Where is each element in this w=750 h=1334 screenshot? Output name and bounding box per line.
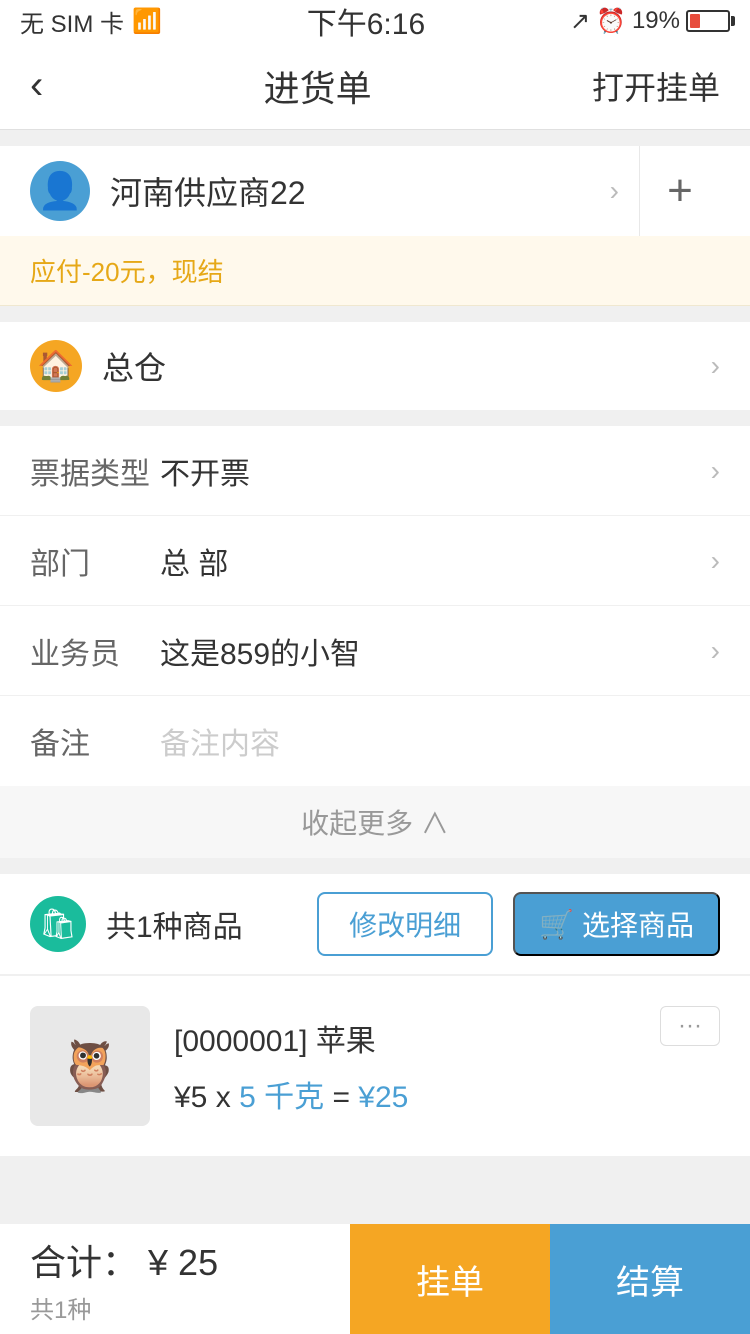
product-count-label: 共1种商品: [106, 902, 297, 946]
settle-button[interactable]: 结算: [550, 1224, 750, 1334]
warehouse-icon-wrap: 🏠: [30, 340, 82, 392]
salesperson-row[interactable]: 业务员 这是859的小智 ›: [0, 606, 750, 696]
product-thumbnail: 🦉: [30, 1006, 150, 1126]
salesperson-value: 这是859的小智: [160, 629, 711, 673]
footer: 合计： ¥ 25 共1种 挂单 结算: [0, 1224, 750, 1334]
back-button[interactable]: ‹: [30, 63, 43, 108]
department-label: 部门: [30, 539, 160, 583]
collapse-label: 收起更多 ∧: [301, 802, 449, 842]
status-carrier: 无 SIM 卡 📶: [20, 4, 162, 39]
product-price: ¥5 x 5 千克 = ¥25: [174, 1072, 636, 1116]
department-row[interactable]: 部门 总 部 ›: [0, 516, 750, 606]
supplier-chevron-icon: ›: [610, 175, 619, 207]
location-icon: ↗: [570, 7, 590, 36]
product-info: [0000001] 苹果 ¥5 x 5 千克 = ¥25: [174, 1016, 636, 1116]
warehouse-icon: 🏠: [37, 349, 74, 384]
invoice-type-row[interactable]: 票据类型 不开票 ›: [0, 426, 750, 516]
product-equals: =: [332, 1081, 358, 1114]
cart-icon: 🛒: [539, 908, 574, 941]
carrier-text: 无 SIM 卡: [20, 4, 124, 39]
product-multiply: x: [216, 1081, 239, 1114]
product-header: 🛍 共1种商品 修改明细 🛒 选择商品: [0, 874, 750, 974]
battery-fill: [690, 14, 700, 28]
total-value: ¥ 25: [148, 1242, 218, 1283]
person-icon: 👤: [38, 170, 83, 212]
product-icon-wrap: 🛍: [30, 896, 86, 952]
invoice-type-label: 票据类型: [30, 449, 160, 493]
avatar: 👤: [30, 161, 90, 221]
product-unit-price: ¥5: [174, 1081, 207, 1114]
total-label: 合计：: [30, 1242, 138, 1283]
status-right: ↗ ⏰ 19%: [570, 7, 730, 36]
section-gap-3: [0, 410, 750, 426]
warehouse-label: 总仓: [102, 343, 711, 389]
department-value: 总 部: [160, 539, 711, 583]
supplier-main[interactable]: 👤 河南供应商22 ›: [30, 146, 640, 236]
warehouse-chevron-icon: ›: [711, 350, 720, 382]
supplier-section: 👤 河南供应商22 › +: [0, 146, 750, 236]
remark-placeholder: 备注内容: [160, 719, 720, 763]
salesperson-label: 业务员: [30, 629, 160, 673]
product-icon: 🛍: [39, 907, 77, 942]
product-quantity: 5: [239, 1081, 256, 1114]
hang-order-button[interactable]: 挂单: [350, 1224, 550, 1334]
page-title: 进货单: [264, 60, 372, 112]
product-total: ¥25: [358, 1081, 408, 1114]
nav-bar: ‹ 进货单 打开挂单: [0, 42, 750, 130]
select-product-label: 选择商品: [582, 904, 694, 944]
supplier-notice: 应付-20元，现结: [0, 236, 750, 306]
open-pending-button[interactable]: 打开挂单: [592, 63, 720, 109]
section-gap-1: [0, 130, 750, 146]
product-name: [0000001] 苹果: [174, 1016, 636, 1060]
footer-total-area: 合计： ¥ 25 共1种: [0, 1234, 350, 1325]
remark-label: 备注: [30, 719, 160, 763]
section-gap-4: [0, 858, 750, 874]
alarm-icon: ⏰: [596, 7, 626, 36]
product-unit: 千克: [264, 1081, 324, 1114]
product-thumb-icon: 🦉: [59, 1037, 121, 1096]
salesperson-chevron-icon: ›: [711, 635, 720, 667]
status-bar: 无 SIM 卡 📶 下午6:16 ↗ ⏰ 19%: [0, 0, 750, 42]
form-section: 票据类型 不开票 › 部门 总 部 › 业务员 这是859的小智 › 备注 备注…: [0, 426, 750, 786]
product-more-button[interactable]: ···: [660, 1006, 720, 1046]
edit-detail-button[interactable]: 修改明细: [317, 892, 493, 956]
total-amount: 合计： ¥ 25: [30, 1234, 320, 1286]
collapse-row[interactable]: 收起更多 ∧: [0, 786, 750, 858]
add-supplier-button[interactable]: +: [640, 166, 720, 216]
remark-row[interactable]: 备注 备注内容: [0, 696, 750, 786]
select-product-button[interactable]: 🛒 选择商品: [513, 892, 720, 956]
invoice-type-value: 不开票: [160, 449, 711, 493]
invoice-type-chevron-icon: ›: [711, 455, 720, 487]
supplier-name: 河南供应商22: [110, 168, 590, 214]
total-count: 共1种: [30, 1290, 320, 1325]
department-chevron-icon: ›: [711, 545, 720, 577]
battery-percent: 19%: [632, 7, 680, 35]
battery-icon: [686, 10, 730, 32]
wifi-icon: 📶: [132, 7, 162, 36]
section-gap-2: [0, 306, 750, 322]
product-id: [0000001]: [174, 1025, 307, 1058]
product-title: 苹果: [316, 1025, 376, 1058]
warehouse-row[interactable]: 🏠 总仓 ›: [0, 322, 750, 410]
product-card: 🦉 [0000001] 苹果 ¥5 x 5 千克 = ¥25 ···: [0, 976, 750, 1156]
status-time: 下午6:16: [307, 0, 425, 43]
